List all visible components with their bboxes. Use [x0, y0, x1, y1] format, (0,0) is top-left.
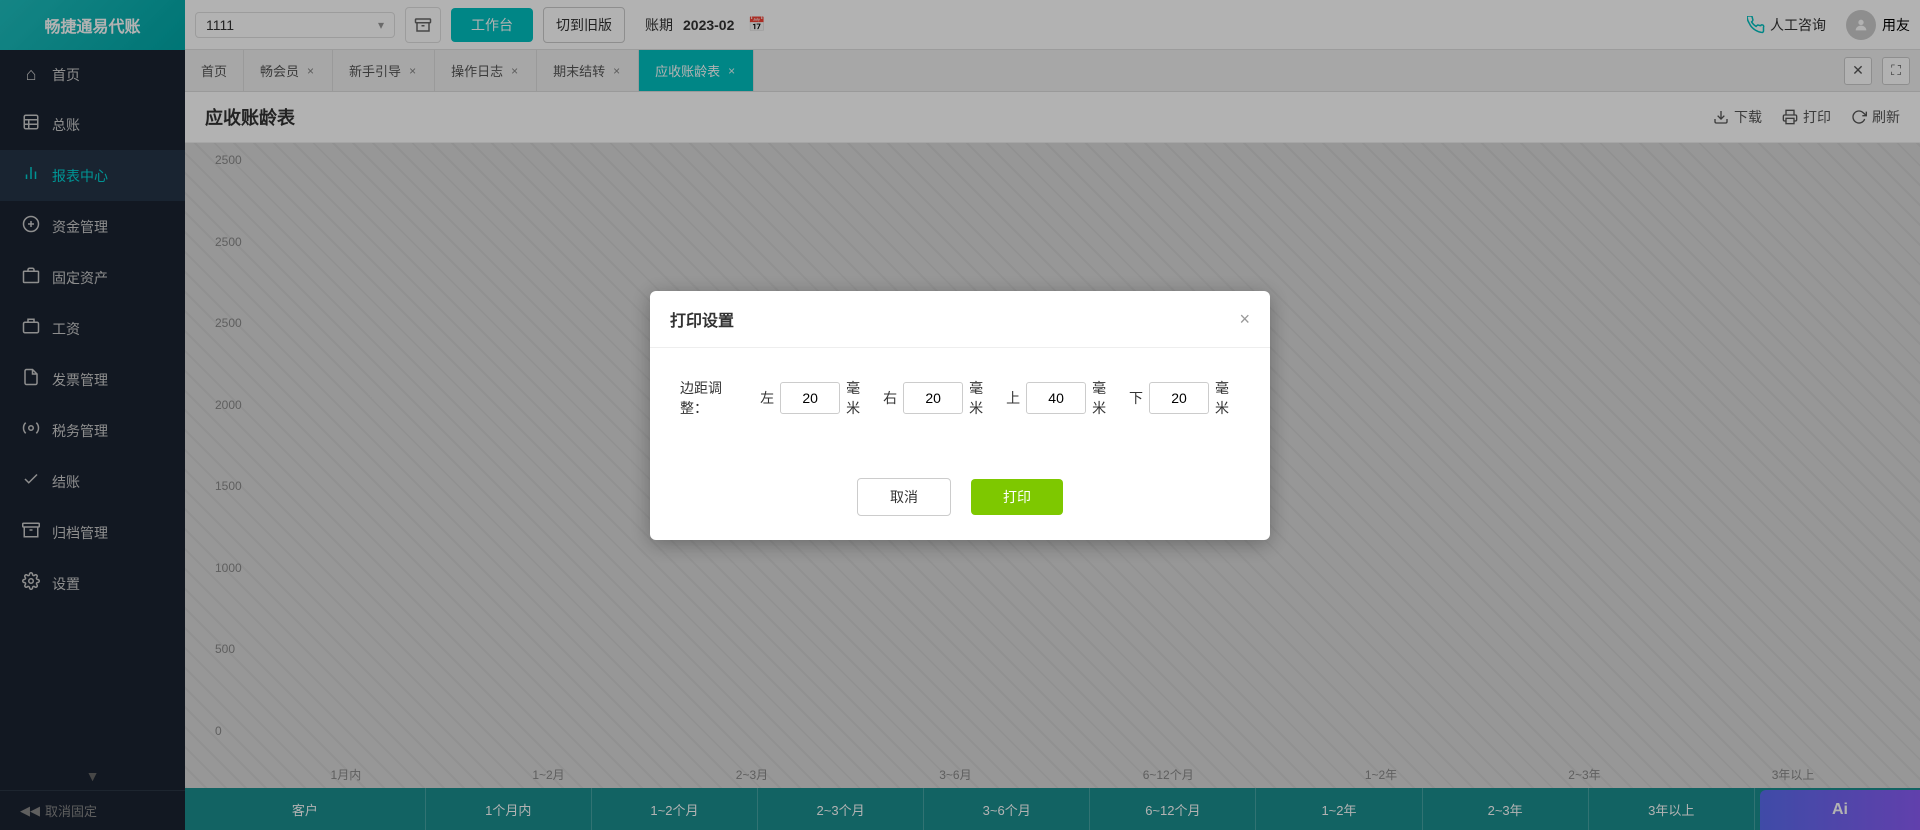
top-margin-input[interactable]: [1026, 382, 1086, 414]
left-margin-input[interactable]: [780, 382, 840, 414]
left-dir-label: 左: [760, 388, 774, 408]
top-dir-label: 上: [1006, 388, 1020, 408]
modal-overlay: 打印设置 × 边距调整： 左 毫米 右 毫米 上 毫米: [0, 0, 1920, 830]
right-unit-label: 毫米: [969, 378, 994, 418]
modal-title: 打印设置: [670, 307, 734, 331]
print-settings-modal: 打印设置 × 边距调整： 左 毫米 右 毫米 上 毫米: [650, 291, 1270, 540]
margin-label: 边距调整：: [680, 378, 748, 418]
modal-footer: 取消 打印: [650, 468, 1270, 540]
bottom-dir-label: 下: [1129, 388, 1143, 408]
modal-close-button[interactable]: ×: [1239, 310, 1250, 328]
bottom-margin-input[interactable]: [1149, 382, 1209, 414]
right-dir-label: 右: [883, 388, 897, 408]
right-margin-group: 右 毫米: [883, 378, 994, 418]
top-unit-label: 毫米: [1092, 378, 1117, 418]
bottom-unit-label: 毫米: [1215, 378, 1240, 418]
print-confirm-button[interactable]: 打印: [971, 479, 1063, 515]
modal-body: 边距调整： 左 毫米 右 毫米 上 毫米 下: [650, 348, 1270, 468]
right-margin-input[interactable]: [903, 382, 963, 414]
top-margin-group: 上 毫米: [1006, 378, 1117, 418]
left-unit-label: 毫米: [846, 378, 871, 418]
margin-row: 边距调整： 左 毫米 右 毫米 上 毫米 下: [680, 378, 1240, 418]
modal-header: 打印设置 ×: [650, 291, 1270, 348]
bottom-margin-group: 下 毫米: [1129, 378, 1240, 418]
cancel-button[interactable]: 取消: [857, 478, 951, 516]
left-margin-group: 左 毫米: [760, 378, 871, 418]
